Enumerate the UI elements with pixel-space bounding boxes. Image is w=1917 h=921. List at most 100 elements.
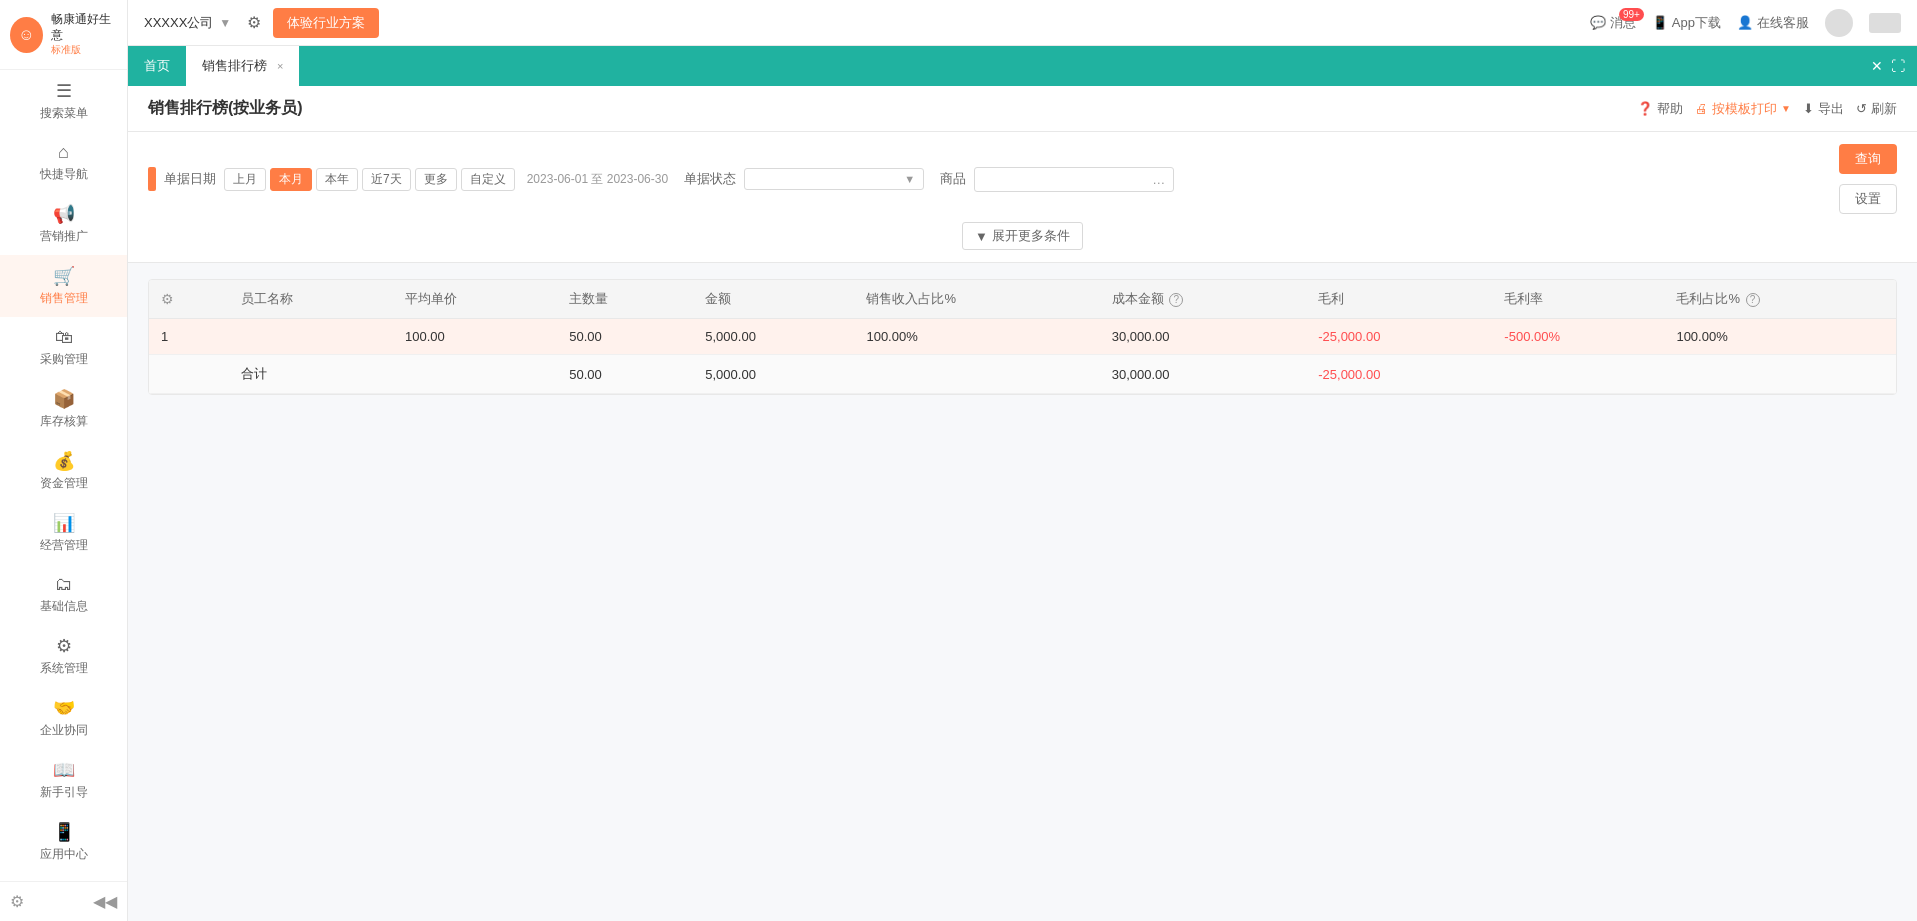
query-button[interactable]: 查询 bbox=[1839, 144, 1897, 174]
col-qty: 主数量 bbox=[557, 280, 693, 319]
goods-select[interactable]: … bbox=[974, 167, 1174, 192]
sidebar-item-label: 销售管理 bbox=[40, 290, 88, 307]
sidebar-item-collab[interactable]: 🤝 企业协同 bbox=[0, 687, 127, 749]
ellipsis-icon: … bbox=[1152, 172, 1165, 187]
refresh-icon: ↺ bbox=[1856, 101, 1867, 116]
status-select[interactable]: ▼ bbox=[744, 168, 924, 190]
cell-employee-name bbox=[229, 319, 393, 355]
sidebar-nav: ☰ 搜索菜单 ⌂ 快捷导航 📢 营销推广 🛒 销售管理 🛍 采购管理 📦 库存核… bbox=[0, 70, 127, 881]
logo-text: 畅康通好生意 标准版 bbox=[51, 12, 117, 57]
status-filter: 单据状态 ▼ bbox=[684, 168, 924, 190]
date-filter-label: 单据日期 bbox=[164, 170, 216, 188]
help-button[interactable]: ❓ 帮助 bbox=[1637, 100, 1683, 118]
table-container: ⚙ 员工名称 平均单价 主数量 金额 销售收入占比% 成本金额 ? 毛利 bbox=[128, 263, 1917, 921]
date-btn-7days[interactable]: 近7天 bbox=[362, 168, 411, 191]
avatar[interactable] bbox=[1825, 9, 1853, 37]
sidebar-item-label: 搜索菜单 bbox=[40, 105, 88, 122]
expand-icon: ▼ bbox=[975, 229, 988, 244]
refresh-button[interactable]: ↺ 刷新 bbox=[1856, 100, 1897, 118]
orange-indicator[interactable] bbox=[148, 167, 156, 191]
sidebar-item-finance[interactable]: 💰 资金管理 bbox=[0, 440, 127, 502]
tab-home[interactable]: 首页 bbox=[128, 46, 186, 86]
sidebar-item-wechat[interactable]: 💬 企业微信 bbox=[0, 873, 127, 881]
sidebar-item-quicknav[interactable]: ⌂ 快捷导航 bbox=[0, 132, 127, 193]
filter-bar: 单据日期 上月 本月 本年 近7天 更多 自定义 2023-06-01 至 20… bbox=[128, 132, 1917, 263]
tab-active-label: 销售排行榜 bbox=[202, 57, 267, 75]
table-row: 1 100.00 50.00 5,000.00 100.00% 30,000.0… bbox=[149, 319, 1896, 355]
inventory-icon: 📦 bbox=[53, 388, 75, 410]
app-download-button[interactable]: 📱 App下载 bbox=[1652, 14, 1721, 32]
close-window-icon[interactable]: ✕ bbox=[1871, 58, 1883, 74]
sidebar-item-label: 营销推广 bbox=[40, 228, 88, 245]
print-button[interactable]: 🖨 按模板打印 ▼ bbox=[1695, 100, 1791, 118]
sidebar-item-inventory[interactable]: 📦 库存核算 bbox=[0, 378, 127, 440]
collapse-icon[interactable]: ◀◀ bbox=[93, 892, 117, 911]
page: 销售排行榜(按业务员) ❓ 帮助 🖨 按模板打印 ▼ ⬇ 导出 ↺ 刷新 bbox=[128, 86, 1917, 921]
expand-button[interactable]: ▼ 展开更多条件 bbox=[962, 222, 1083, 250]
settings-button[interactable]: 设置 bbox=[1839, 184, 1897, 214]
tabbar: 首页 销售排行榜 × ✕ ⛶ bbox=[128, 46, 1917, 86]
chevron-down-icon: ▼ bbox=[219, 16, 231, 30]
sidebar-item-label: 应用中心 bbox=[40, 846, 88, 863]
profit-pct-info-icon[interactable]: ? bbox=[1746, 293, 1760, 307]
date-btn-custom[interactable]: 自定义 bbox=[461, 168, 515, 191]
help-icon: ❓ bbox=[1637, 101, 1653, 116]
sidebar-item-purchase[interactable]: 🛍 采购管理 bbox=[0, 317, 127, 378]
col-profit: 毛利 bbox=[1306, 280, 1492, 319]
settings-bottom-icon[interactable]: ⚙ bbox=[10, 892, 24, 911]
cost-info-icon[interactable]: ? bbox=[1169, 293, 1183, 307]
table-settings-icon[interactable]: ⚙ bbox=[161, 291, 174, 307]
basic-icon: 🗂 bbox=[55, 574, 73, 595]
sidebar-item-system[interactable]: ⚙ 系统管理 bbox=[0, 625, 127, 687]
goods-filter-label: 商品 bbox=[940, 170, 966, 188]
tab-close-icon[interactable]: × bbox=[277, 60, 283, 72]
company-selector[interactable]: XXXXX公司 ▼ bbox=[144, 14, 231, 32]
footer-empty-4 bbox=[1492, 355, 1664, 394]
print-icon: 🖨 bbox=[1695, 101, 1708, 116]
sidebar-item-label: 基础信息 bbox=[40, 598, 88, 615]
footer-empty-5 bbox=[1664, 355, 1896, 394]
industry-button[interactable]: 体验行业方案 bbox=[273, 8, 379, 38]
message-badge: 99+ bbox=[1619, 8, 1644, 21]
col-revenue-pct: 销售收入占比% bbox=[854, 280, 1099, 319]
footer-cost: 30,000.00 bbox=[1100, 355, 1307, 394]
sidebar-item-search[interactable]: ☰ 搜索菜单 bbox=[0, 70, 127, 132]
data-table: ⚙ 员工名称 平均单价 主数量 金额 销售收入占比% 成本金额 ? 毛利 bbox=[149, 280, 1896, 394]
col-employee: 员工名称 bbox=[229, 280, 393, 319]
collab-icon: 🤝 bbox=[53, 697, 75, 719]
gear-icon[interactable]: ⚙ bbox=[247, 13, 261, 32]
date-filter: 单据日期 上月 本月 本年 近7天 更多 自定义 2023-06-01 至 20… bbox=[148, 167, 668, 191]
cell-rank: 1 bbox=[149, 319, 229, 355]
export-button[interactable]: ⬇ 导出 bbox=[1803, 100, 1844, 118]
query-area: 查询 设置 bbox=[1839, 144, 1897, 214]
sidebar-item-guide[interactable]: 📖 新手引导 bbox=[0, 749, 127, 811]
table-wrap: ⚙ 员工名称 平均单价 主数量 金额 销售收入占比% 成本金额 ? 毛利 bbox=[148, 279, 1897, 395]
help-label: 帮助 bbox=[1657, 100, 1683, 118]
sidebar-item-label: 新手引导 bbox=[40, 784, 88, 801]
tabbar-right: ✕ ⛶ bbox=[1871, 58, 1917, 74]
date-btn-this-year[interactable]: 本年 bbox=[316, 168, 358, 191]
col-profit-pct: 毛利占比% ? bbox=[1664, 280, 1896, 319]
cell-amount: 5,000.00 bbox=[693, 319, 854, 355]
tab-sales-rank[interactable]: 销售排行榜 × bbox=[186, 46, 299, 86]
sidebar-item-sales[interactable]: 🛒 销售管理 bbox=[0, 255, 127, 317]
online-service-button[interactable]: 👤 在线客服 bbox=[1737, 14, 1809, 32]
col-cost: 成本金额 ? bbox=[1100, 280, 1307, 319]
sidebar-item-basic[interactable]: 🗂 基础信息 bbox=[0, 564, 127, 625]
message-button[interactable]: 💬 消息 99+ bbox=[1590, 14, 1636, 32]
date-btn-more[interactable]: 更多 bbox=[415, 168, 457, 191]
sidebar-item-marketing[interactable]: 📢 营销推广 bbox=[0, 193, 127, 255]
sidebar-item-apps[interactable]: 📱 应用中心 bbox=[0, 811, 127, 873]
date-btn-this-month[interactable]: 本月 bbox=[270, 168, 312, 191]
maximize-icon[interactable]: ⛶ bbox=[1891, 58, 1905, 74]
footer-profit: -25,000.00 bbox=[1306, 355, 1492, 394]
sales-icon: 🛒 bbox=[53, 265, 75, 287]
apps-icon: 📱 bbox=[53, 821, 75, 843]
sidebar-item-operations[interactable]: 📊 经营管理 bbox=[0, 502, 127, 564]
guide-icon: 📖 bbox=[53, 759, 75, 781]
date-btn-last-month[interactable]: 上月 bbox=[224, 168, 266, 191]
sidebar-item-label: 经营管理 bbox=[40, 537, 88, 554]
cell-profit-pct: 100.00% bbox=[1664, 319, 1896, 355]
sidebar: ☺ 畅康通好生意 标准版 ☰ 搜索菜单 ⌂ 快捷导航 📢 营销推广 🛒 销售管理… bbox=[0, 0, 128, 921]
sidebar-item-label: 快捷导航 bbox=[40, 166, 88, 183]
